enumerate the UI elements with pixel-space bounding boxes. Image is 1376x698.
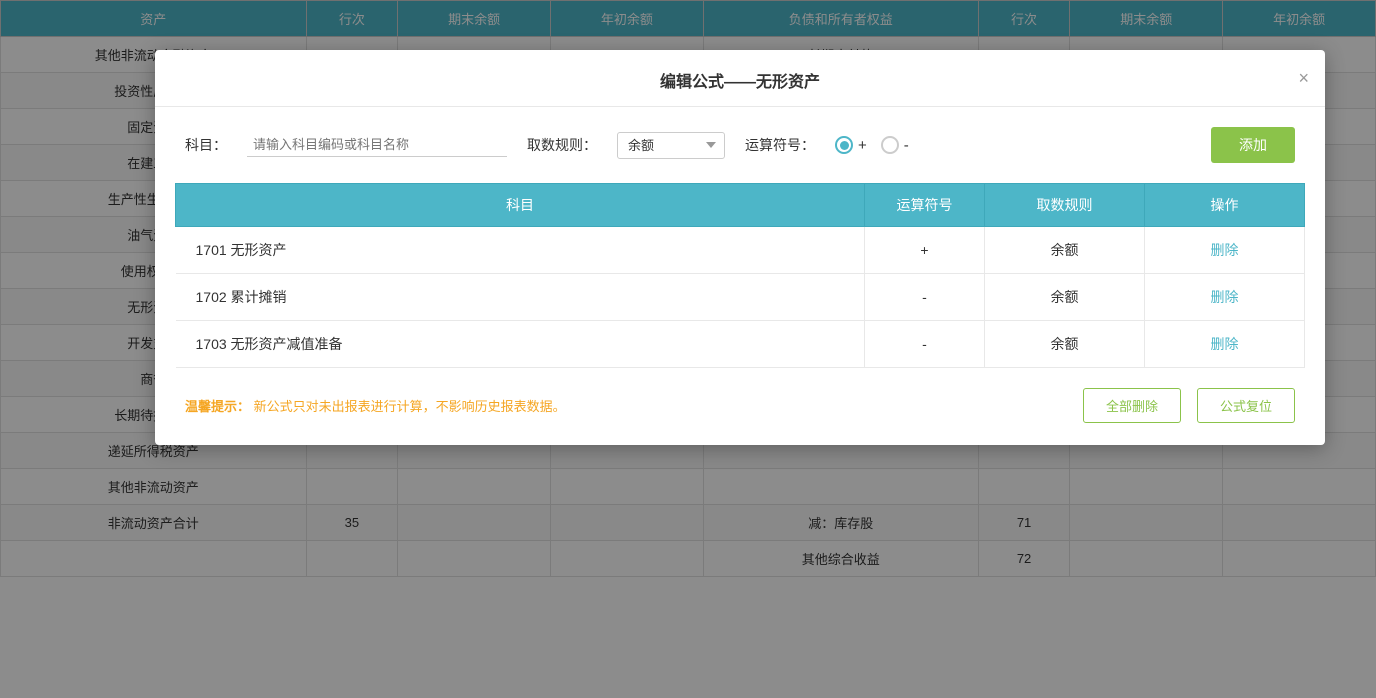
table-header-action: 操作: [1145, 184, 1305, 227]
formula-edit-modal: 编辑公式——无形资产 × 科目： 取数规则： 余额借方发生额贷方发生额期初余额 …: [155, 50, 1325, 445]
operator-plus-item[interactable]: +: [835, 136, 867, 154]
cell-subject: 1702 累计摊销: [176, 274, 865, 321]
table-header-rule: 取数规则: [985, 184, 1145, 227]
formula-table-wrap: 科目 运算符号 取数规则 操作 1701 无形资产+余额删除1702 累计摊销-…: [155, 183, 1325, 368]
delete-row-button[interactable]: 删除: [1211, 242, 1239, 258]
table-header-operator: 运算符号: [865, 184, 985, 227]
delete-row-button[interactable]: 删除: [1211, 289, 1239, 305]
operator-minus-label: -: [904, 137, 909, 154]
add-button[interactable]: 添加: [1211, 127, 1295, 163]
rule-label: 取数规则：: [527, 135, 597, 155]
operator-minus-radio[interactable]: [881, 136, 899, 154]
close-button[interactable]: ×: [1298, 69, 1309, 87]
cell-subject: 1701 无形资产: [176, 227, 865, 274]
cell-operator: -: [865, 274, 985, 321]
operator-radio-group: + -: [835, 136, 909, 154]
cell-subject: 1703 无形资产减值准备: [176, 321, 865, 368]
formula-form-row: 科目： 取数规则： 余额借方发生额贷方发生额期初余额 运算符号： + - 添加: [155, 107, 1325, 183]
modal-footer: 温馨提示： 新公式只对未出报表进行计算，不影响历史报表数据。 全部删除 公式复位: [155, 368, 1325, 445]
formula-table: 科目 运算符号 取数规则 操作 1701 无形资产+余额删除1702 累计摊销-…: [175, 183, 1305, 368]
cell-rule: 余额: [985, 321, 1145, 368]
table-row: 1701 无形资产+余额 删除: [176, 227, 1305, 274]
operator-label: 运算符号：: [745, 135, 815, 155]
cell-action: 删除: [1145, 274, 1305, 321]
table-row: 1702 累计摊销-余额 删除: [176, 274, 1305, 321]
operator-plus-radio[interactable]: [835, 136, 853, 154]
table-header-subject: 科目: [176, 184, 865, 227]
cell-operator: -: [865, 321, 985, 368]
subject-input[interactable]: [247, 133, 507, 157]
table-row: 1703 无形资产减值准备-余额 删除: [176, 321, 1305, 368]
operator-minus-item[interactable]: -: [881, 136, 909, 154]
operator-plus-label: +: [858, 137, 867, 154]
cell-operator: +: [865, 227, 985, 274]
footer-actions: 全部删除 公式复位: [1083, 388, 1295, 423]
footer-tip: 温馨提示： 新公式只对未出报表进行计算，不影响历史报表数据。: [185, 396, 566, 415]
tip-prefix: 温馨提示：: [185, 399, 250, 414]
delete-all-button[interactable]: 全部删除: [1083, 388, 1181, 423]
cell-rule: 余额: [985, 274, 1145, 321]
subject-label: 科目：: [185, 135, 227, 155]
modal-header: 编辑公式——无形资产 ×: [155, 50, 1325, 107]
cell-action: 删除: [1145, 227, 1305, 274]
delete-row-button[interactable]: 删除: [1211, 336, 1239, 352]
modal-title: 编辑公式——无形资产: [660, 74, 820, 91]
reset-button[interactable]: 公式复位: [1197, 388, 1295, 423]
cell-rule: 余额: [985, 227, 1145, 274]
rule-select[interactable]: 余额借方发生额贷方发生额期初余额: [617, 132, 725, 159]
tip-text: 新公式只对未出报表进行计算，不影响历史报表数据。: [254, 399, 566, 414]
cell-action: 删除: [1145, 321, 1305, 368]
